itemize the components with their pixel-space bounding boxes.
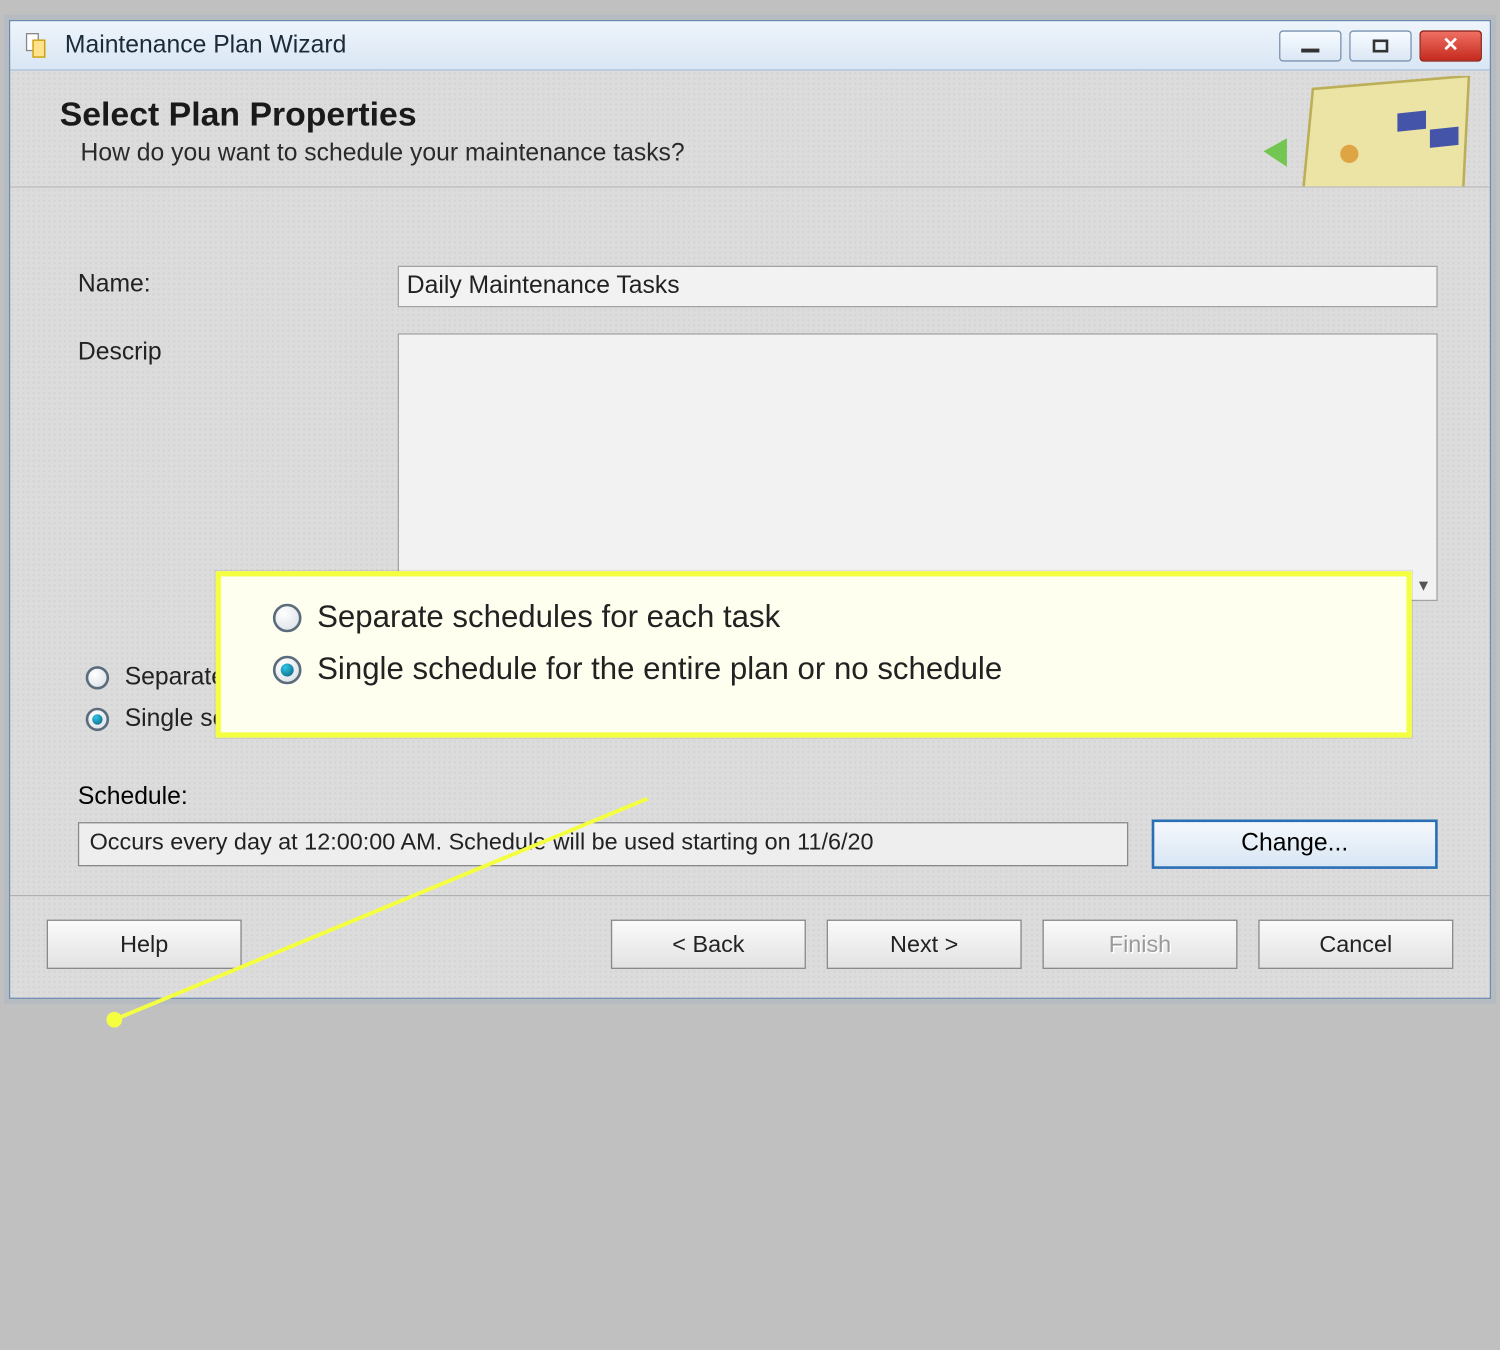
radio-icon: [273, 604, 302, 633]
callout-radio-separate: Separate schedules for each task: [273, 600, 1375, 636]
wizard-body: Name: Descrip ▼ Separate schedules for e…: [10, 188, 1489, 895]
description-input[interactable]: ▼: [398, 333, 1438, 601]
app-icon: [23, 31, 52, 60]
cancel-button[interactable]: Cancel: [1258, 920, 1453, 969]
titlebar: Maintenance Plan Wizard ✕: [10, 21, 1489, 70]
scroll-down-icon[interactable]: ▼: [1416, 576, 1431, 594]
radio-icon: [86, 708, 109, 731]
radio-icon: [86, 666, 109, 689]
radio-label: Single schedule for the entire plan or n…: [317, 652, 1002, 688]
change-schedule-button[interactable]: Change...: [1152, 820, 1438, 869]
name-row: Name:: [78, 266, 1438, 308]
schedule-label: Schedule:: [78, 783, 1438, 812]
wizard-window: Maintenance Plan Wizard ✕ Select Plan Pr…: [9, 20, 1491, 999]
next-button[interactable]: Next >: [827, 920, 1022, 969]
minimize-button[interactable]: [1279, 30, 1341, 61]
description-label: Descrip: [78, 333, 398, 367]
wizard-footer: Help < Back Next > Finish Cancel: [10, 895, 1489, 998]
help-button[interactable]: Help: [47, 920, 242, 969]
description-row: Descrip ▼: [78, 333, 1438, 601]
schedule-section: Schedule: Occurs every day at 12:00:00 A…: [78, 783, 1438, 869]
window-controls: ✕: [1279, 30, 1482, 61]
back-button[interactable]: < Back: [611, 920, 806, 969]
schedule-summary: Occurs every day at 12:00:00 AM. Schedul…: [78, 822, 1128, 866]
name-input[interactable]: [398, 266, 1438, 308]
page-subtitle: How do you want to schedule your mainten…: [81, 140, 1459, 169]
maximize-button[interactable]: [1349, 30, 1411, 61]
annotation-callout: Separate schedules for each task Single …: [216, 571, 1412, 737]
close-button[interactable]: ✕: [1420, 30, 1482, 61]
header-decor-icon: [1261, 76, 1482, 188]
finish-button: Finish: [1043, 920, 1238, 969]
wizard-header: Select Plan Properties How do you want t…: [10, 71, 1489, 188]
window-title: Maintenance Plan Wizard: [65, 31, 346, 60]
radio-label: Separate schedules for each task: [317, 600, 780, 636]
callout-radio-single: Single schedule for the entire plan or n…: [273, 652, 1375, 688]
radio-icon: [273, 656, 302, 685]
name-label: Name:: [78, 266, 398, 300]
page-title: Select Plan Properties: [60, 94, 1459, 134]
